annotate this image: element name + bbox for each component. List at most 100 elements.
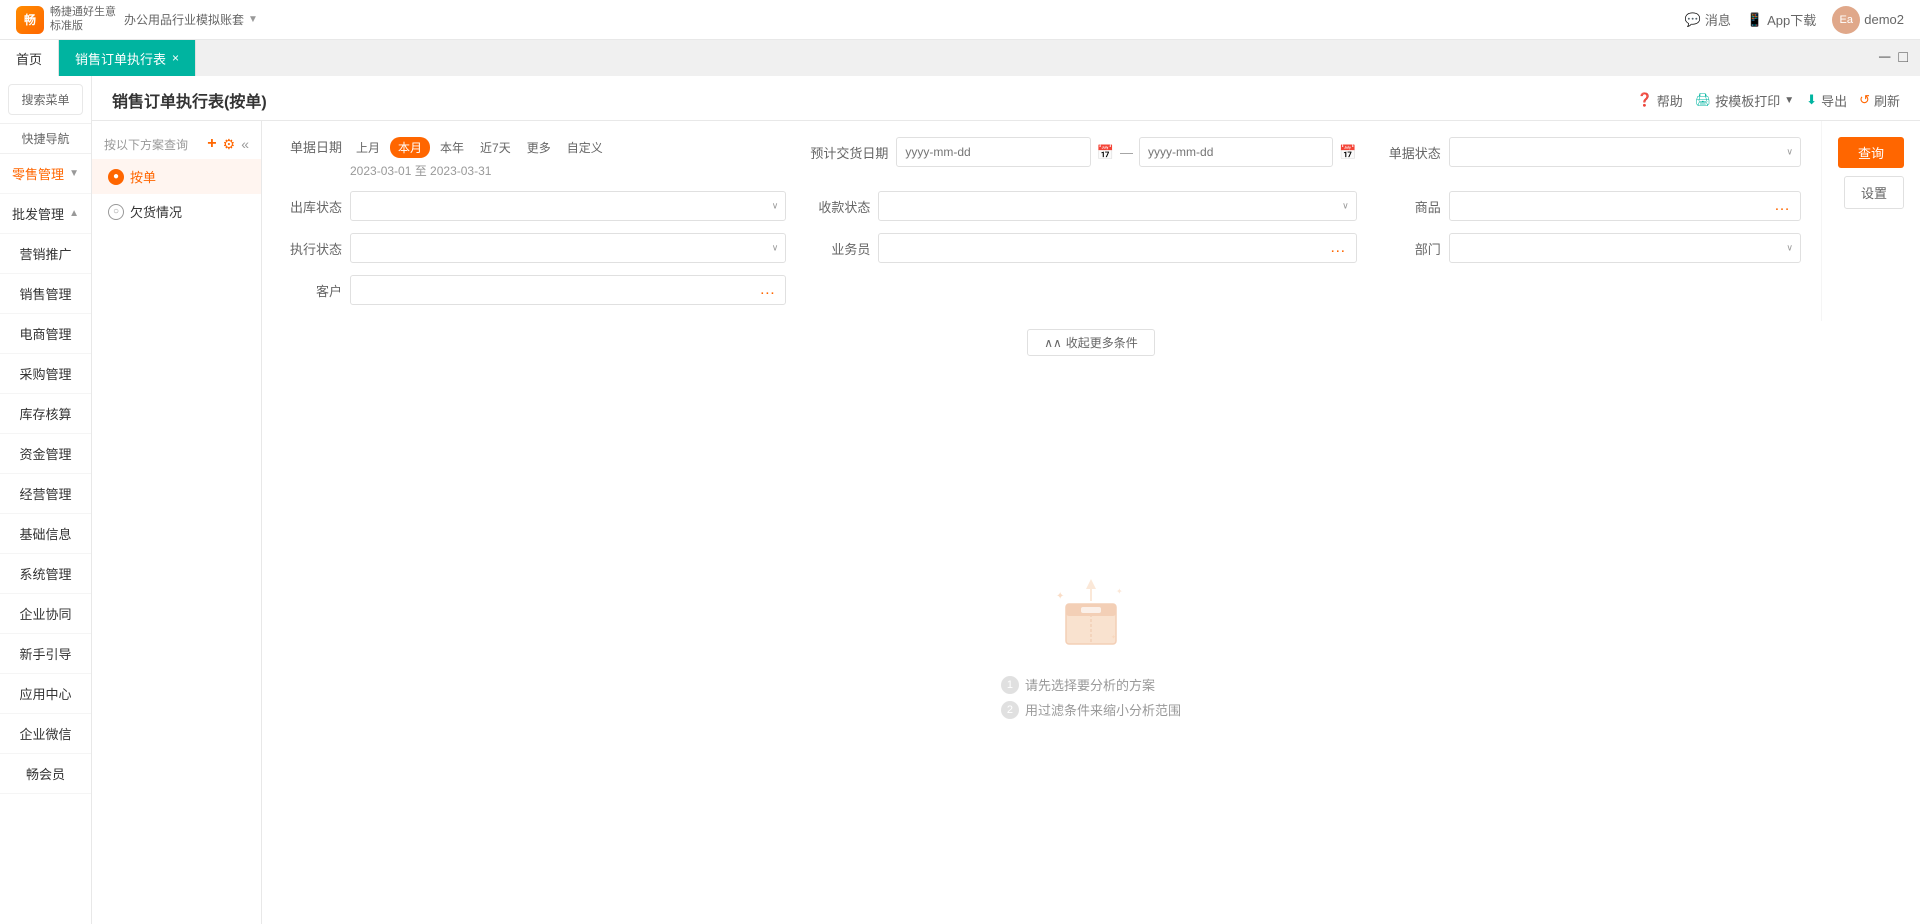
sidebar-item-sales[interactable]: 销售管理 [0,274,91,314]
search-menu-button[interactable]: 搜索菜单 [8,84,83,115]
date-range-text-row: 2023-03-01 至 2023-03-31 [350,162,609,179]
department-group: 部门 ∨ [1381,233,1801,263]
collapse-sidebar-button[interactable]: « [241,136,249,152]
tab-sales-order[interactable]: 销售订单执行表 × [59,40,196,76]
sidebar-item-inventory[interactable]: 库存核算 [0,394,91,434]
sidebar-item-wholesale[interactable]: 批发管理 ▲ [0,194,91,234]
tab-close-icon[interactable]: × [172,51,179,65]
content-area: 销售订单执行表(按单) ❓ 帮助 🖨 按模板打印 ▼ ⬇ 导出 ↺ 刷新 [92,76,1920,924]
delivery-date-end[interactable] [1139,137,1333,167]
sidebar-item-purchase[interactable]: 采购管理 [0,354,91,394]
user-menu[interactable]: Ea demo2 [1832,6,1904,34]
sidebar-item-wechat[interactable]: 企业微信 [0,714,91,754]
customer-group: 客户 … [282,275,786,305]
shipment-status-select[interactable] [350,191,786,221]
sidebar-item-apps[interactable]: 应用中心 [0,674,91,714]
empty-state-text: 1 请先选择要分析的方案 2 用过滤条件来缩小分析范围 [1001,675,1181,719]
customer-input-wrapper: … [350,275,786,305]
sidebar-item-member[interactable]: 畅会员 [0,754,91,794]
date-picker-group: 上月 本月 本年 近7天 更多 自定义 2023-0 [350,137,609,179]
date-tab-last-month[interactable]: 上月 [350,137,386,158]
date-tab-more[interactable]: 更多 [521,137,557,158]
print-icon: 🖨 [1695,92,1712,108]
delivery-date-range: 📅 — 📅 [896,137,1356,167]
date-filter-group: 单据日期 上月 本月 本年 近7天 更多 自定义 [282,137,786,179]
sidebar-item-basic[interactable]: 基础信息 [0,514,91,554]
delivery-date-start[interactable] [896,137,1090,167]
add-scheme-button[interactable]: + [207,135,216,153]
customer-label: 客户 [282,281,342,300]
breadcrumb[interactable]: 办公用品行业模拟账套 ▼ [124,11,258,28]
date-range-text: 2023-03-01 至 2023-03-31 [350,162,491,179]
export-icon: ⬇ [1806,92,1817,108]
settings-scheme-button[interactable]: ⚙ [223,136,236,153]
sidebar-item-enterprise[interactable]: 企业协同 [0,594,91,634]
date-tab-custom[interactable]: 自定义 [561,137,609,158]
department-select[interactable] [1449,233,1801,263]
goods-group: 商品 … [1381,191,1801,221]
search-button[interactable]: 查询 [1838,137,1904,168]
filter-fields: 单据日期 上月 本月 本年 近7天 更多 自定义 [262,121,1821,321]
date-tab-current-month[interactable]: 本月 [390,137,430,158]
download-icon: 📱 [1747,12,1763,28]
filter-row-1: 单据日期 上月 本月 本年 近7天 更多 自定义 [282,137,1801,179]
salesperson-input[interactable] [887,241,1329,256]
salesperson-group: 业务员 … [810,233,1356,263]
message-button[interactable]: 💬 消息 [1685,10,1731,29]
shipment-label: 出库状态 [282,197,342,216]
goods-input[interactable] [1458,199,1774,214]
status-group: 单据状态 ∨ [1381,137,1801,167]
date-tab-last7[interactable]: 近7天 [474,137,517,158]
sidebar-item-system[interactable]: 系统管理 [0,554,91,594]
empty-state: ✦ ✦ ✦ 1 请先选择要分析的方案 2 [262,364,1920,924]
payment-group: 收款状态 ∨ [810,191,1356,221]
sidebar-item-finance[interactable]: 资金管理 [0,434,91,474]
shipment-group: 出库状态 ∨ [282,191,786,221]
page-header: 销售订单执行表(按单) ❓ 帮助 🖨 按模板打印 ▼ ⬇ 导出 ↺ 刷新 [92,76,1920,121]
status-select-wrapper: ∨ [1449,137,1801,167]
delivery-date-group: 预计交货日期 📅 — 📅 [810,137,1356,167]
tab-home[interactable]: 首页 [0,40,59,76]
tab-minimize-icon[interactable]: ─ [1879,49,1890,67]
delivery-date-calendar-start[interactable]: 📅 [1097,144,1114,161]
reset-button[interactable]: 设置 [1844,176,1904,209]
delivery-date-calendar-end[interactable]: 📅 [1339,144,1356,161]
department-label: 部门 [1381,239,1441,258]
sub-sidebar: 按以下方案查询 + ⚙ « ● 按单 ○ 欠货情况 [92,121,262,924]
sub-sidebar-item-debt[interactable]: ○ 欠货情况 [92,194,261,229]
date-tab-current-year[interactable]: 本年 [434,137,470,158]
customer-input[interactable] [359,283,759,298]
export-button[interactable]: ⬇ 导出 [1806,91,1847,110]
debt-icon: ○ [108,204,124,220]
collapse-filter-button[interactable]: ∧∧ 收起更多条件 [1027,329,1155,356]
goods-label: 商品 [1381,197,1441,216]
logo-area: 畅 畅捷通好生意 标准版 [16,6,116,34]
customer-dots[interactable]: … [759,281,777,299]
tab-maximize-icon[interactable]: □ [1898,49,1908,67]
sidebar-item-marketing[interactable]: 营销推广 [0,234,91,274]
goods-input-wrapper: … [1449,191,1801,221]
filter-container: 单据日期 上月 本月 本年 近7天 更多 自定义 [262,121,1920,364]
sidebar-item-newbie[interactable]: 新手引导 [0,634,91,674]
sidebar-item-quicknav[interactable]: 快捷导航 [0,124,91,154]
filter-row-2: 出库状态 ∨ 收款状态 [282,191,1801,221]
main-layout: 搜索菜单 快捷导航 零售管理 ▼ 批发管理 ▲ 营销推广 销售管理 电商管理 采… [0,76,1920,924]
logo-text: 畅捷通好生意 标准版 [50,6,116,32]
app-download-button[interactable]: 📱 App下载 [1747,10,1816,29]
refresh-icon: ↺ [1859,92,1870,108]
sidebar-item-ecommerce[interactable]: 电商管理 [0,314,91,354]
filter-row-4: 客户 … [282,275,1801,305]
sidebar-item-business[interactable]: 经营管理 [0,474,91,514]
execution-status-select[interactable] [350,233,786,263]
empty-state-icon: ✦ ✦ ✦ [1046,569,1136,659]
help-button[interactable]: ❓ 帮助 [1637,91,1683,110]
status-select[interactable] [1449,137,1801,167]
print-button[interactable]: 🖨 按模板打印 ▼ [1695,91,1794,110]
goods-dots[interactable]: … [1774,197,1792,215]
salesperson-dots[interactable]: … [1330,239,1348,257]
sub-sidebar-item-order[interactable]: ● 按单 [92,159,261,194]
refresh-button[interactable]: ↺ 刷新 [1859,91,1900,110]
sidebar-item-retail[interactable]: 零售管理 ▼ [0,154,91,194]
print-expand-icon: ▼ [1784,95,1794,106]
payment-status-select[interactable] [878,191,1356,221]
